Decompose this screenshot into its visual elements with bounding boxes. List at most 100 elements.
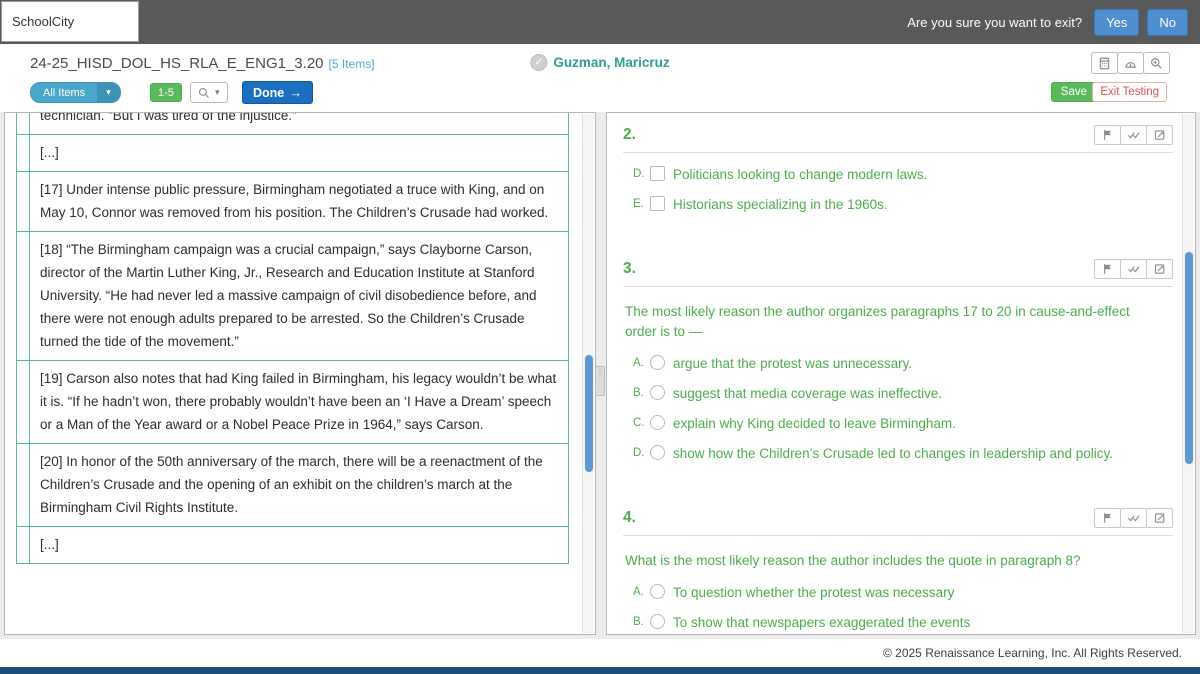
bottom-accent-bar xyxy=(0,667,1200,674)
option-letter: E. xyxy=(633,198,644,210)
option-letter: A. xyxy=(633,357,644,369)
passage-scroll-area[interactable]: technician. “But I was tired of the inju… xyxy=(16,113,569,634)
exit-testing-button[interactable]: Exit Testing xyxy=(1092,82,1167,102)
paragraph-gutter xyxy=(17,172,30,231)
question-2: 2. D. Politicians looking to change mode… xyxy=(623,125,1173,213)
passage-row: [18] “The Birmingham campaign was a cruc… xyxy=(17,231,568,360)
notes-button[interactable] xyxy=(1146,125,1173,145)
option-letter: A. xyxy=(633,586,644,598)
question-tools xyxy=(1094,508,1173,528)
paragraph-text: [...] xyxy=(40,145,59,160)
answer-option[interactable]: B. suggest that media coverage was ineff… xyxy=(633,385,1173,402)
item-range-badge: 1-5 xyxy=(150,83,182,102)
test-tools xyxy=(1091,52,1170,74)
flag-button[interactable] xyxy=(1094,125,1121,145)
copyright-text: © 2025 Renaissance Learning, Inc. All Ri… xyxy=(882,646,1182,660)
check-answer-button[interactable] xyxy=(1120,125,1147,145)
save-button[interactable]: Save xyxy=(1050,82,1097,102)
answer-option[interactable]: B. To show that newspapers exaggerated t… xyxy=(633,614,1173,631)
item-filter-dropdown[interactable]: All Items ▾ xyxy=(30,82,121,103)
answer-option[interactable]: D. show how the Children’s Crusade led t… xyxy=(633,445,1173,462)
answer-option[interactable]: E. Historians specializing in the 1960s. xyxy=(633,196,1173,213)
questions-scrollbar-track[interactable] xyxy=(1182,114,1194,633)
paragraph-text: [18] “The Birmingham campaign was a cruc… xyxy=(40,242,537,349)
paragraph-gutter xyxy=(17,527,30,563)
paragraph-gutter xyxy=(17,135,30,171)
passage-row: [20] In honor of the 50th anniversary of… xyxy=(17,443,568,526)
flag-icon xyxy=(1103,130,1111,140)
schoolcity-logo: SchoolCity xyxy=(1,1,139,42)
search-icon xyxy=(198,87,209,98)
no-button[interactable]: No xyxy=(1147,8,1188,36)
question-4: 4. What is the most likely reason the au… xyxy=(623,508,1173,631)
option-text: To show that newspapers exaggerated the … xyxy=(673,615,971,630)
note-edit-icon xyxy=(1154,130,1164,140)
protractor-button[interactable] xyxy=(1117,52,1144,74)
passage-scrollbar-thumb[interactable] xyxy=(585,355,593,472)
notes-button[interactable] xyxy=(1146,259,1173,279)
search-button[interactable]: ▾ xyxy=(190,82,228,103)
answer-radio[interactable] xyxy=(650,415,665,430)
answer-radio[interactable] xyxy=(650,355,665,370)
student-info: ✓ Guzman, Maricruz xyxy=(530,54,670,71)
arrow-right-icon: → xyxy=(289,85,303,100)
panel-resize-handle[interactable]: ⋮ xyxy=(595,366,605,396)
answer-option[interactable]: C. explain why King decided to leave Bir… xyxy=(633,415,1173,432)
question-number: 3. xyxy=(623,260,636,277)
passage-row: [...] xyxy=(17,526,568,563)
passage-row: [...] xyxy=(17,134,568,171)
answer-radio[interactable] xyxy=(650,445,665,460)
note-edit-icon xyxy=(1154,513,1164,523)
check-answer-button[interactable] xyxy=(1120,259,1147,279)
chevron-down-icon: ▾ xyxy=(97,83,120,102)
question-header: 4. xyxy=(623,508,1173,528)
chevron-down-icon: ▾ xyxy=(215,87,220,97)
paragraph-gutter xyxy=(17,444,30,526)
double-check-icon xyxy=(1127,515,1139,522)
answer-option[interactable]: A. argue that the protest was unnecessar… xyxy=(633,355,1173,372)
option-text: explain why King decided to leave Birmin… xyxy=(673,416,956,431)
paragraph-text: [17] Under intense public pressure, Birm… xyxy=(40,182,549,220)
passage-panel: technician. “But I was tired of the inju… xyxy=(4,112,596,635)
answer-option[interactable]: A. To question whether the protest was n… xyxy=(633,584,1173,601)
option-text: show how the Children’s Crusade led to c… xyxy=(673,446,1114,461)
question-tools xyxy=(1094,125,1173,145)
done-button[interactable]: Done → xyxy=(242,81,314,104)
answer-radio[interactable] xyxy=(650,584,665,599)
header: 24-25_HISD_DOL_HS_RLA_E_ENG1_3.20 [5 Item… xyxy=(0,44,1200,112)
option-letter: B. xyxy=(633,387,644,399)
question-number: 2. xyxy=(623,126,636,143)
exit-confirmation: Are you sure you want to exit? Yes No xyxy=(907,0,1188,44)
double-check-icon xyxy=(1127,132,1139,139)
flag-button[interactable] xyxy=(1094,508,1121,528)
zoom-button[interactable] xyxy=(1143,52,1170,74)
answer-radio[interactable] xyxy=(650,614,665,629)
passage-scrollbar-track[interactable] xyxy=(582,114,594,633)
protractor-icon xyxy=(1125,61,1136,68)
student-check-icon: ✓ xyxy=(530,54,548,71)
notes-button[interactable] xyxy=(1146,508,1173,528)
passage-table: technician. “But I was tired of the inju… xyxy=(16,113,569,564)
answer-radio[interactable] xyxy=(650,385,665,400)
yes-button[interactable]: Yes xyxy=(1094,8,1140,36)
question-prompt: What is the most likely reason the autho… xyxy=(625,553,1081,568)
flag-button[interactable] xyxy=(1094,259,1121,279)
answer-option[interactable]: D. Politicians looking to change modern … xyxy=(633,166,1173,183)
flag-icon xyxy=(1103,264,1111,274)
paragraph-text: technician. “But I was tired of the inju… xyxy=(40,113,297,123)
calculator-button[interactable] xyxy=(1091,52,1118,74)
passage-row: [17] Under intense public pressure, Birm… xyxy=(17,171,568,231)
answer-checkbox[interactable] xyxy=(650,166,665,181)
question-number: 4. xyxy=(623,509,636,526)
questions-scrollbar-thumb[interactable] xyxy=(1185,252,1193,464)
top-bar: SchoolCity Are you sure you want to exit… xyxy=(0,0,1200,44)
student-name: Guzman, Maricruz xyxy=(553,55,670,70)
items-count-badge: [5 Items] xyxy=(328,57,375,71)
passage-row: [19] Carson also notes that had King fai… xyxy=(17,360,568,443)
questions-scroll-area[interactable]: 2. D. Politicians looking to change mode… xyxy=(607,113,1181,634)
answer-checkbox[interactable] xyxy=(650,196,665,211)
option-letter: D. xyxy=(633,168,645,180)
item-filter-value: All Items xyxy=(43,86,86,99)
check-answer-button[interactable] xyxy=(1120,508,1147,528)
question-3: 3. The most likely reason the author org… xyxy=(623,259,1173,462)
